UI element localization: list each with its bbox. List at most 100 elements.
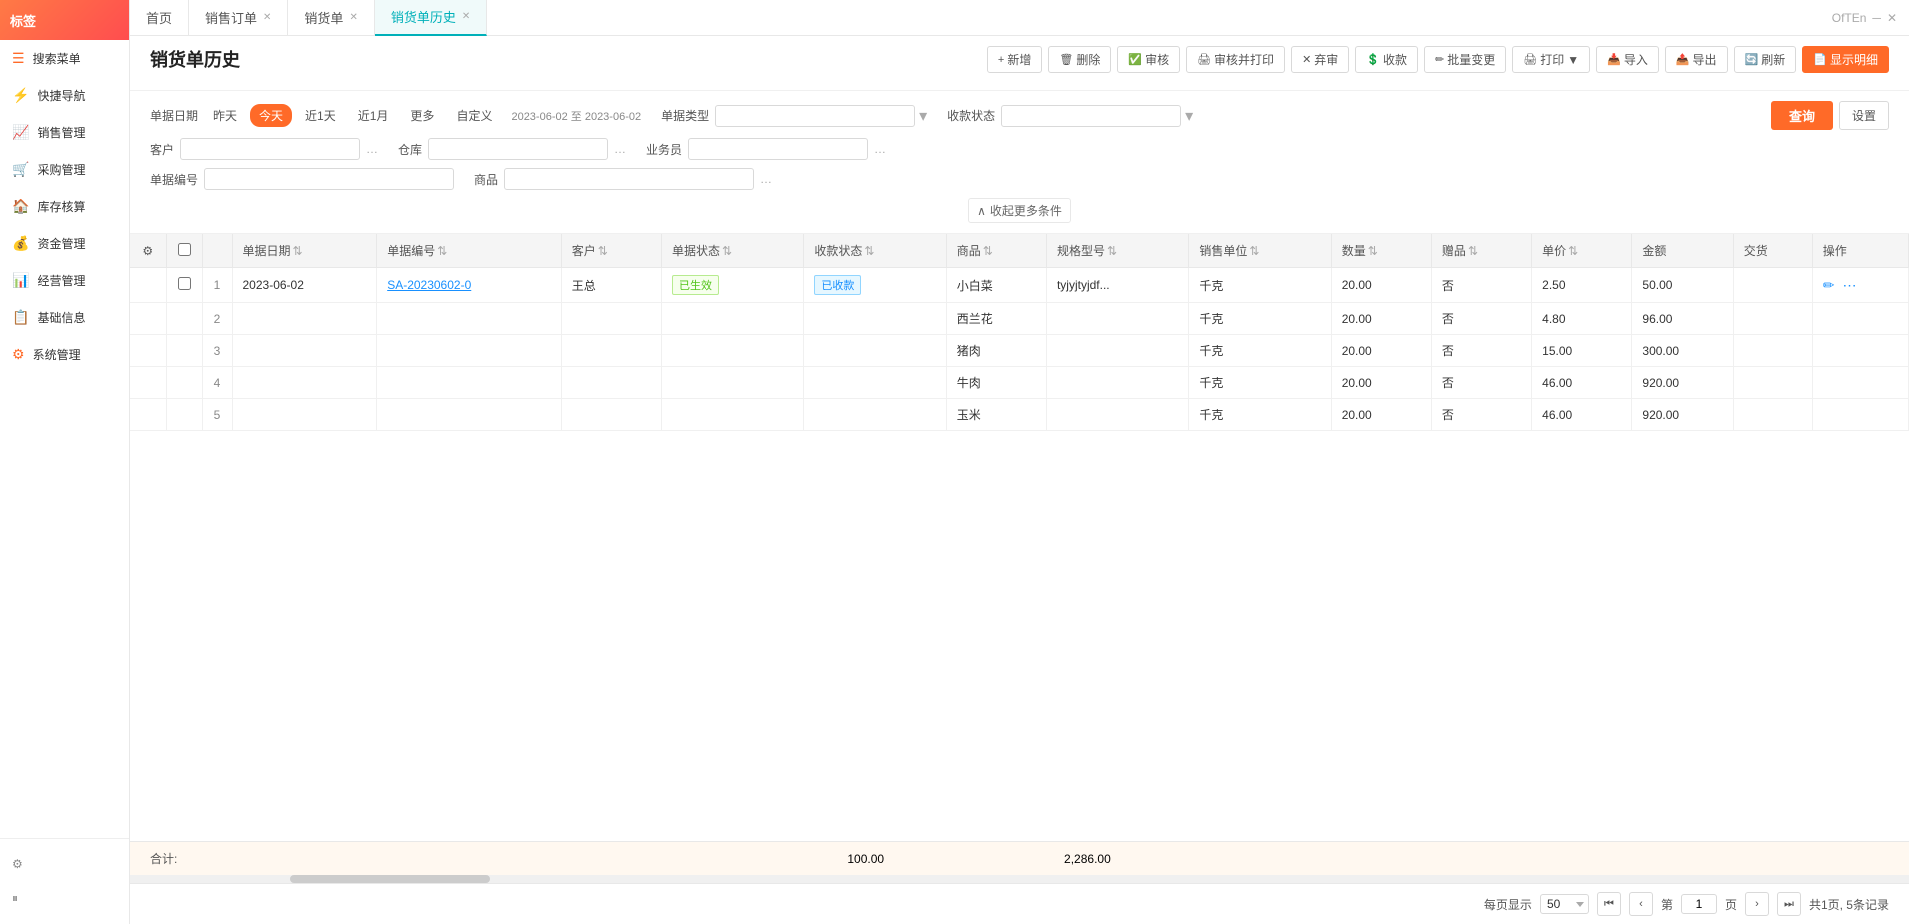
row-checkbox-cell[interactable] — [166, 303, 202, 335]
select-all-checkbox[interactable] — [178, 243, 191, 256]
tab-sales-order[interactable]: 销售订单 ✕ — [189, 0, 288, 36]
print-button[interactable]: 🖨 打印 ▼ — [1512, 46, 1590, 73]
audit-print-button[interactable]: 🖨 审核并打印 — [1186, 46, 1285, 73]
salesperson-input[interactable] — [688, 138, 868, 160]
last7days-btn[interactable]: 近1天 — [296, 104, 345, 127]
customer-label: 客户 — [150, 141, 174, 158]
scrollbar-thumb[interactable] — [290, 875, 490, 883]
product-input[interactable] — [504, 168, 754, 190]
row-checkbox-cell[interactable] — [166, 367, 202, 399]
spec-cell — [1046, 335, 1188, 367]
new-button[interactable]: + 新增 — [987, 46, 1042, 73]
sidebar-item-search-menu[interactable]: ☰ 搜索菜单 — [0, 40, 129, 77]
row-checkbox[interactable] — [178, 277, 191, 290]
tab-home[interactable]: 首页 — [130, 0, 189, 36]
doc-status-header[interactable]: 单据状态 ⇅ — [661, 234, 803, 268]
product-header[interactable]: 商品 ⇅ — [946, 234, 1046, 268]
checkbox-col-header[interactable] — [166, 234, 202, 268]
unit-header[interactable]: 销售单位 ⇅ — [1189, 234, 1331, 268]
total-info: 共1页, 5条记录 — [1809, 896, 1889, 913]
unit-price-header[interactable]: 单价 ⇅ — [1532, 234, 1632, 268]
import-button[interactable]: 📥 导入 — [1596, 46, 1659, 73]
show-detail-button[interactable]: 📄 显示明细 — [1802, 46, 1889, 73]
sidebar-item-inventory-calc[interactable]: 🏠 库存核算 — [0, 188, 129, 225]
custom-btn[interactable]: 自定义 — [447, 104, 501, 127]
data-table-container: ⚙ 单据日期 ⇅ 单据编号 ⇅ — [130, 234, 1909, 841]
more-btn[interactable]: 更多 — [401, 104, 443, 127]
batch-change-button[interactable]: ✏ 批量变更 — [1424, 46, 1506, 73]
spec-header[interactable]: 规格型号 ⇅ — [1046, 234, 1188, 268]
settings-col-header[interactable]: ⚙ — [130, 234, 166, 268]
today-btn[interactable]: 今天 — [250, 104, 292, 127]
refresh-button[interactable]: 🔄 刷新 — [1734, 46, 1797, 73]
doc-no-link[interactable]: SA-20230602-0 — [387, 278, 471, 292]
qty-header[interactable]: 数量 ⇅ — [1331, 234, 1431, 268]
sidebar-item-quick-nav[interactable]: ⚡ 快捷导航 — [0, 77, 129, 114]
sidebar-item-ops-mgmt[interactable]: 📊 经营管理 — [0, 262, 129, 299]
sidebar-item-sales-mgmt[interactable]: 📈 销售管理 — [0, 114, 129, 151]
sidebar-item-basic-info[interactable]: 📋 基础信息 — [0, 299, 129, 336]
doc-date-header[interactable]: 单据日期 ⇅ — [232, 234, 377, 268]
close-tab-sales-order[interactable]: ✕ — [263, 12, 271, 23]
doc-status-cell — [661, 399, 803, 431]
doc-type-label: 单据类型 — [661, 107, 709, 124]
last-page-btn[interactable]: ⏭ — [1777, 892, 1801, 916]
next-page-btn[interactable]: › — [1745, 892, 1769, 916]
doc-type-dropdown-icon[interactable]: ▾ — [919, 106, 927, 126]
customer-header[interactable]: 客户 ⇅ — [561, 234, 661, 268]
close-tab-sales-delivery[interactable]: ✕ — [349, 12, 357, 23]
tab-sales-delivery[interactable]: 销货单 ✕ — [288, 0, 374, 36]
gift-header[interactable]: 赠品 ⇅ — [1431, 234, 1531, 268]
salesperson-more-icon[interactable]: … — [874, 142, 886, 156]
total-qty: 100.00 — [847, 852, 884, 866]
audit-button[interactable]: ✅ 审核 — [1117, 46, 1180, 73]
filter-setting-button[interactable]: 设置 — [1839, 101, 1889, 130]
horizontal-scrollbar[interactable] — [130, 875, 1909, 883]
page-number-input[interactable] — [1681, 894, 1717, 914]
export-button[interactable]: 📤 导出 — [1665, 46, 1728, 73]
collect-button[interactable]: 💲 收款 — [1355, 46, 1418, 73]
warehouse-input[interactable] — [428, 138, 608, 160]
sidebar-item-finance-mgmt[interactable]: 💰 资金管理 — [0, 225, 129, 262]
doc-type-input[interactable] — [715, 105, 915, 127]
first-page-btn[interactable]: ⏮ — [1597, 892, 1621, 916]
customer-input[interactable] — [180, 138, 360, 160]
payment-status-dropdown-icon[interactable]: ▾ — [1185, 106, 1193, 126]
query-button[interactable]: 查询 — [1771, 101, 1833, 130]
delete-button[interactable]: 🗑 删除 — [1048, 46, 1111, 73]
close-tab-sales-history[interactable]: ✕ — [462, 11, 470, 22]
product-cell: 小白菜 — [946, 268, 1046, 303]
amount-header: 金额 — [1632, 234, 1733, 268]
customer-more-icon[interactable]: … — [366, 142, 378, 156]
actions-cell — [1812, 399, 1908, 431]
doc-no-header[interactable]: 单据编号 ⇅ — [377, 234, 562, 268]
yesterday-btn[interactable]: 昨天 — [204, 104, 246, 127]
close-window-icon[interactable]: ✕ — [1887, 11, 1897, 25]
collapse-conditions-btn[interactable]: ∧ 收起更多条件 — [968, 198, 1071, 223]
doc-status-cell — [661, 367, 803, 399]
doc-no-input[interactable] — [204, 168, 454, 190]
sidebar-pause[interactable]: ⏸ — [0, 881, 129, 916]
sidebar-settings[interactable]: ⚙ — [0, 847, 129, 881]
edit-row-icon[interactable]: ✏ — [1823, 277, 1835, 294]
row-settings-cell — [130, 303, 166, 335]
payment-status-header[interactable]: 收款状态 ⇅ — [804, 234, 946, 268]
row-checkbox-cell[interactable] — [166, 335, 202, 367]
sidebar-item-purchase-mgmt[interactable]: 🛒 采购管理 — [0, 151, 129, 188]
payment-status-input[interactable] — [1001, 105, 1181, 127]
prev-page-btn[interactable]: ‹ — [1629, 892, 1653, 916]
more-row-icon[interactable]: ⋯ — [1843, 277, 1857, 294]
filter-date-item: 单据日期 昨天 今天 近1天 近1月 更多 自定义 2023-06-02 至 2… — [150, 104, 641, 127]
warehouse-more-icon[interactable]: … — [614, 142, 626, 156]
per-page-select[interactable]: 10 20 50 100 — [1540, 894, 1589, 914]
doc-no-cell[interactable]: SA-20230602-0 — [377, 268, 562, 303]
row-checkbox-cell[interactable] — [166, 399, 202, 431]
row-checkbox-cell[interactable] — [166, 268, 202, 303]
product-more-icon[interactable]: … — [760, 172, 772, 186]
sidebar-item-sys-mgmt[interactable]: ⚙ 系统管理 — [0, 336, 129, 373]
tab-sales-history[interactable]: 销货单历史 ✕ — [375, 0, 487, 36]
minimize-icon[interactable]: ─ — [1872, 11, 1881, 25]
settings-col-icon[interactable]: ⚙ — [142, 244, 153, 258]
last1month-btn[interactable]: 近1月 — [349, 104, 398, 127]
abandon-button[interactable]: ✕ 弃审 — [1291, 46, 1349, 73]
